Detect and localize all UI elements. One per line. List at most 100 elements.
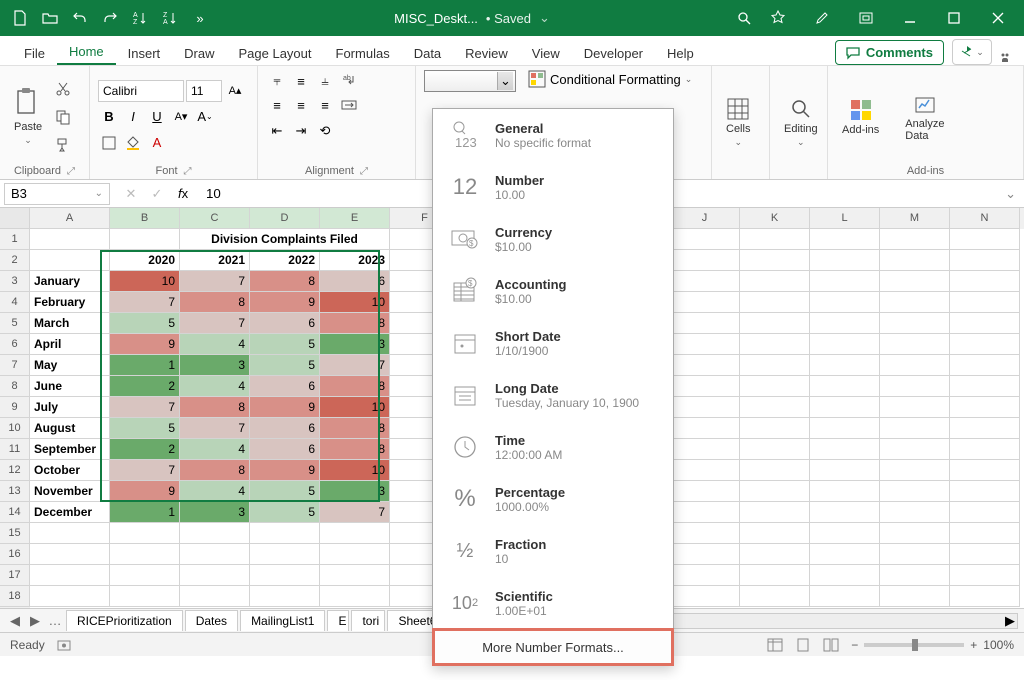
row-header[interactable]: 13	[0, 481, 30, 502]
cell[interactable]	[740, 481, 810, 502]
cell[interactable]	[950, 334, 1020, 355]
cell[interactable]	[740, 565, 810, 586]
cell[interactable]: 6	[320, 271, 390, 292]
cell[interactable]	[880, 460, 950, 481]
addins-button[interactable]: Add-ins	[836, 94, 885, 140]
row-header[interactable]: 5	[0, 313, 30, 334]
collapse-ribbon-icon[interactable]	[998, 51, 1012, 65]
cell[interactable]	[880, 523, 950, 544]
cell[interactable]	[880, 586, 950, 607]
search-icon[interactable]	[730, 4, 758, 32]
numfmt-percentage[interactable]: %Percentage1000.00%	[433, 473, 673, 525]
cell[interactable]: 2	[110, 376, 180, 397]
cell[interactable]	[30, 523, 110, 544]
cell[interactable]: 7	[180, 271, 250, 292]
cells-button[interactable]: Cells⌄	[720, 93, 756, 152]
font-launcher-icon[interactable]: ⤢	[184, 166, 192, 177]
font-name-select[interactable]	[98, 80, 184, 102]
cell[interactable]: 5	[250, 481, 320, 502]
cell[interactable]	[740, 544, 810, 565]
analyze-data-button[interactable]: Analyze Data	[899, 88, 950, 146]
cell[interactable]: June	[30, 376, 110, 397]
row-header[interactable]: 7	[0, 355, 30, 376]
undo-icon[interactable]	[66, 4, 94, 32]
cell[interactable]	[810, 355, 880, 376]
sort-asc-icon[interactable]: AZ	[126, 4, 154, 32]
cell[interactable]	[740, 334, 810, 355]
cell[interactable]: May	[30, 355, 110, 376]
cell[interactable]	[810, 334, 880, 355]
cell[interactable]: 10	[110, 271, 180, 292]
column-header[interactable]: D	[250, 208, 320, 229]
cell[interactable]	[950, 544, 1020, 565]
tab-data[interactable]: Data	[402, 40, 453, 65]
border-icon[interactable]	[98, 132, 120, 154]
cell[interactable]	[250, 586, 320, 607]
cell[interactable]: November	[30, 481, 110, 502]
cell[interactable]	[110, 586, 180, 607]
cell[interactable]	[30, 229, 110, 250]
column-header[interactable]: J	[670, 208, 740, 229]
cell[interactable]	[810, 313, 880, 334]
cell[interactable]	[740, 355, 810, 376]
italic-icon[interactable]: I	[122, 106, 144, 128]
cell[interactable]: 5	[110, 313, 180, 334]
cell[interactable]	[670, 229, 740, 250]
cell[interactable]	[950, 460, 1020, 481]
cell[interactable]: 9	[250, 397, 320, 418]
cell[interactable]	[810, 229, 880, 250]
cell[interactable]	[950, 397, 1020, 418]
cell[interactable]: March	[30, 313, 110, 334]
cell[interactable]	[950, 523, 1020, 544]
cell[interactable]	[30, 544, 110, 565]
cancel-formula-icon[interactable]: ✕	[120, 183, 142, 205]
decrease-indent-icon[interactable]: ⇤	[266, 120, 288, 142]
cell[interactable]: 1	[110, 355, 180, 376]
cell[interactable]	[880, 250, 950, 271]
cell[interactable]: 9	[110, 481, 180, 502]
cell[interactable]	[110, 565, 180, 586]
more-number-formats[interactable]: More Number Formats...	[433, 629, 673, 665]
cell[interactable]	[320, 523, 390, 544]
cell[interactable]: 8	[180, 460, 250, 481]
cell[interactable]: 4	[180, 481, 250, 502]
cell[interactable]	[950, 376, 1020, 397]
row-header[interactable]: 3	[0, 271, 30, 292]
cell[interactable]: 8	[320, 376, 390, 397]
cell[interactable]	[950, 355, 1020, 376]
sheet-tab[interactable]: E	[327, 610, 349, 631]
cell[interactable]	[880, 355, 950, 376]
zoom-control[interactable]: − + 100%	[851, 638, 1014, 652]
merge-icon[interactable]	[338, 94, 360, 116]
row-header[interactable]: 9	[0, 397, 30, 418]
align-middle-icon[interactable]: ≡	[290, 70, 312, 92]
column-header[interactable]: A	[30, 208, 110, 229]
cell[interactable]	[740, 502, 810, 523]
cell[interactable]	[740, 250, 810, 271]
cell[interactable]	[810, 544, 880, 565]
sheet-nav-prev[interactable]: ◀	[6, 613, 24, 629]
tab-help[interactable]: Help	[655, 40, 706, 65]
cell[interactable]	[950, 481, 1020, 502]
view-page-break-icon[interactable]	[823, 638, 839, 652]
numfmt-number[interactable]: 12Number10.00	[433, 161, 673, 213]
column-header[interactable]: M	[880, 208, 950, 229]
row-header[interactable]: 18	[0, 586, 30, 607]
font-size-select[interactable]	[186, 80, 222, 102]
numfmt-longdate[interactable]: Long DateTuesday, January 10, 1900	[433, 369, 673, 421]
cell[interactable]	[810, 397, 880, 418]
tab-home[interactable]: Home	[57, 38, 116, 65]
cell[interactable]	[250, 565, 320, 586]
number-format-list[interactable]: 123GeneralNo specific format 12Number10.…	[433, 109, 673, 629]
numfmt-fraction[interactable]: ½Fraction10	[433, 525, 673, 577]
view-page-layout-icon[interactable]	[795, 638, 811, 652]
cell[interactable]	[740, 376, 810, 397]
fill-color-icon[interactable]	[122, 132, 144, 154]
cell[interactable]: 9	[110, 334, 180, 355]
cell[interactable]	[110, 544, 180, 565]
cell[interactable]	[670, 313, 740, 334]
cell[interactable]	[880, 397, 950, 418]
cell[interactable]: 9	[250, 460, 320, 481]
cell[interactable]	[880, 313, 950, 334]
cell[interactable]: 6	[250, 376, 320, 397]
